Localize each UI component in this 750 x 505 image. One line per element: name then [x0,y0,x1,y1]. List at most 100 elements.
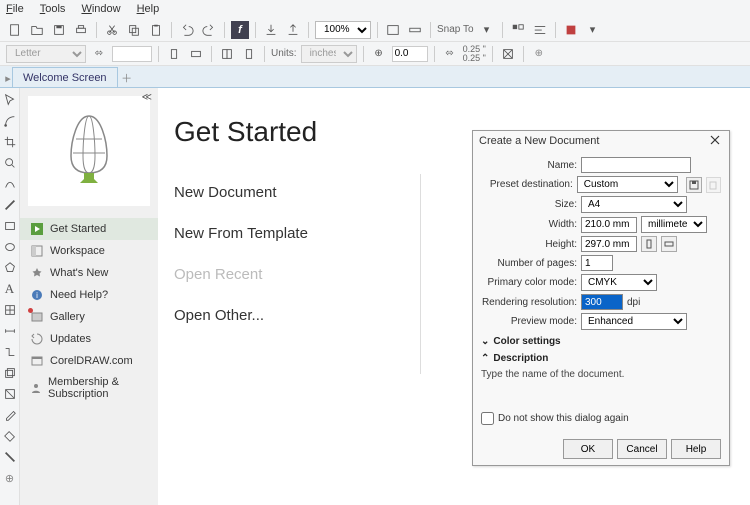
dup-distance-icon: ⬄ [441,45,459,63]
connector-tool-icon[interactable] [2,344,18,360]
select-units[interactable]: millimeters [641,216,707,233]
effects-tool-icon[interactable] [2,365,18,381]
input-resolution[interactable] [581,294,623,310]
paste-icon[interactable] [147,21,165,39]
save-icon[interactable] [50,21,68,39]
menu-file[interactable]: File [6,3,24,15]
input-width[interactable] [581,217,637,233]
nav-updates[interactable]: Updates [20,328,158,350]
portrait-orient-icon[interactable] [641,236,657,252]
snap-label[interactable]: Snap To [437,24,474,35]
label-pages: Number of pages: [481,258,577,269]
select-size[interactable]: A4 [581,196,687,213]
text-tool-icon[interactable]: A [2,281,18,297]
nav-need-help[interactable]: i Need Help? [20,284,158,306]
dimension-tool-icon[interactable] [2,323,18,339]
add-tool-icon[interactable]: ⊕ [2,470,18,486]
eyedropper-tool-icon[interactable] [2,407,18,423]
description-text: Type the name of the document. [481,367,721,386]
ok-button[interactable]: OK [563,439,613,459]
open-icon[interactable] [28,21,46,39]
pick-tool-icon[interactable] [2,92,18,108]
nav-gallery[interactable]: Gallery [20,306,158,328]
redo-icon[interactable] [200,21,218,39]
import-icon[interactable] [262,21,280,39]
page-preset[interactable]: Letter [6,45,86,63]
help-button[interactable]: Help [671,439,721,459]
nav-coreldraw[interactable]: CorelDRAW.com [20,350,158,372]
input-height[interactable] [581,236,637,252]
cut-icon[interactable] [103,21,121,39]
tab-label: Welcome Screen [23,72,107,84]
menubar: File Tools Window Help [0,0,750,18]
landscape-icon[interactable] [187,45,205,63]
star-icon [30,266,44,280]
new-icon[interactable] [6,21,24,39]
print-icon[interactable] [72,21,90,39]
nav-label: Need Help? [50,289,108,301]
ellipse-tool-icon[interactable] [2,239,18,255]
portrait-icon[interactable] [165,45,183,63]
menu-help[interactable]: Help [137,3,160,15]
fill-tool-icon[interactable] [2,428,18,444]
chevron-down-icon[interactable]: ▾ [478,21,496,39]
rectangle-tool-icon[interactable] [2,218,18,234]
nav-get-started[interactable]: Get Started [20,218,158,240]
add-icon[interactable]: ⊕ [530,45,548,63]
search-icon[interactable]: f [231,21,249,39]
save-preset-icon[interactable] [686,177,701,193]
chevron-icon: ⌄ [481,336,489,347]
tab-welcome[interactable]: Welcome Screen [12,67,118,87]
menu-tools[interactable]: Tools [40,3,66,15]
checkbox-dont-show[interactable] [481,412,494,425]
page-single-icon[interactable] [240,45,258,63]
nav-label: CorelDRAW.com [50,355,133,367]
nudge-icon: ⊕ [370,45,388,63]
divider [420,174,421,374]
copy-icon[interactable] [125,21,143,39]
nav-whats-new[interactable]: What's New [20,262,158,284]
shape-tool-icon[interactable] [2,113,18,129]
artistic-tool-icon[interactable] [2,197,18,213]
nav-workspace[interactable]: Workspace [20,240,158,262]
tab-scroll-left-icon[interactable]: ▸ [4,69,12,87]
close-icon[interactable] [709,134,723,148]
nav-membership[interactable]: Membership & Subscription [20,372,158,404]
input-name[interactable] [581,157,691,173]
nav-label: Updates [50,333,91,345]
nudge2: 0.25 " [463,54,486,63]
align-icon[interactable] [531,21,549,39]
table-tool-icon[interactable] [2,302,18,318]
options-icon[interactable] [509,21,527,39]
input-pages[interactable] [581,255,613,271]
landscape-orient-icon[interactable] [661,236,677,252]
fullscreen-icon[interactable] [384,21,402,39]
select-color-mode[interactable]: CMYK [581,274,657,291]
rulers-icon[interactable] [406,21,424,39]
nudge-input[interactable] [392,46,428,62]
select-preview[interactable]: Enhanced [581,313,687,330]
export-icon[interactable] [284,21,302,39]
menu-window[interactable]: Window [81,3,120,15]
section-color-settings[interactable]: ⌄Color settings [481,336,721,347]
cancel-button[interactable]: Cancel [617,439,667,459]
units-select[interactable]: inches [301,45,357,63]
crop-tool-icon[interactable] [2,134,18,150]
treat-as-icon[interactable] [499,45,517,63]
section-description[interactable]: ⌃Description [481,353,721,364]
pages-icon[interactable] [218,45,236,63]
transparency-tool-icon[interactable] [2,386,18,402]
launch-icon[interactable] [562,21,580,39]
chevron-down-icon[interactable]: ▾ [584,21,602,39]
page-width[interactable] [112,46,152,62]
dialog-title: Create a New Document [479,135,599,147]
zoom-tool-icon[interactable] [2,155,18,171]
outline-tool-icon[interactable] [2,449,18,465]
polygon-tool-icon[interactable] [2,260,18,276]
collapse-icon[interactable]: ≪ [142,92,152,103]
freehand-tool-icon[interactable] [2,176,18,192]
select-preset[interactable]: Custom [577,176,679,193]
tab-add-icon[interactable]: ＋ [118,69,136,87]
zoom-select[interactable]: 100% [315,21,371,39]
undo-icon[interactable] [178,21,196,39]
